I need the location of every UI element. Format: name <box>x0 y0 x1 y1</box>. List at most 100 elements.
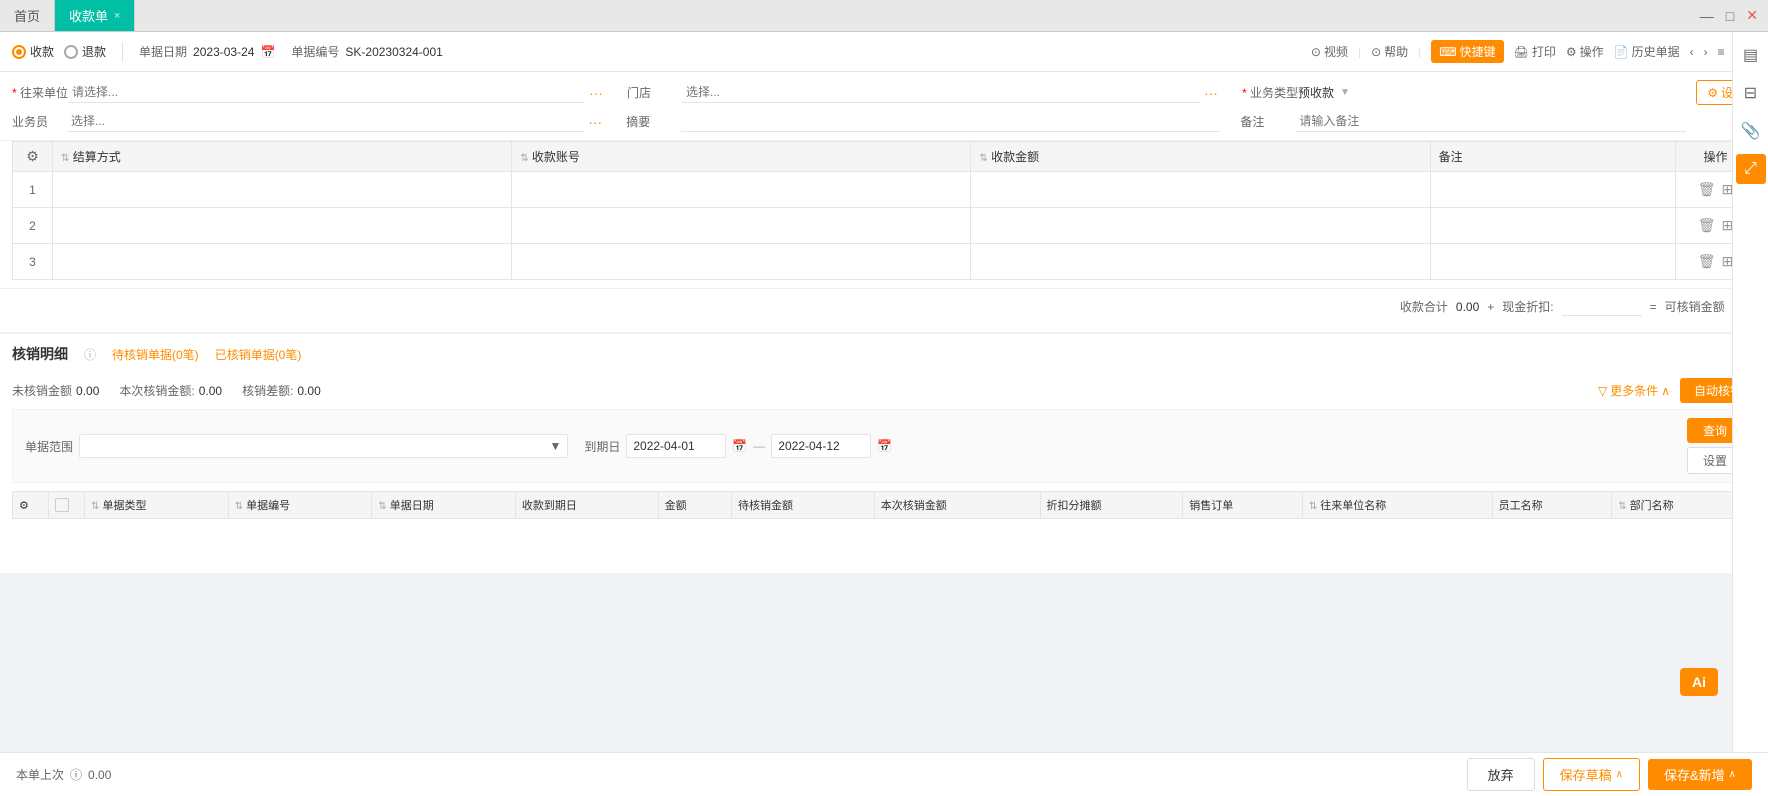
unverified-stat: 未核销金额 0.00 <box>12 382 99 399</box>
save-new-btn[interactable]: 保存&新增 ∧ <box>1648 759 1752 790</box>
biz-type-value: 预收款 <box>1298 84 1334 101</box>
close-btn[interactable]: ✕ <box>1746 7 1758 24</box>
radio-refund-label: 退款 <box>82 43 106 60</box>
calendar-icon[interactable]: 📅 <box>260 45 275 59</box>
date-to-input[interactable] <box>771 434 871 458</box>
row-account-1[interactable] <box>512 172 971 208</box>
diff-value: 0.00 <box>297 384 320 398</box>
nav-prev-btn[interactable]: ‹ <box>1690 45 1694 59</box>
radio-receipt[interactable]: 收款 <box>12 43 54 60</box>
row-payment-1[interactable] <box>53 172 512 208</box>
nav-next-btn[interactable]: › <box>1704 45 1708 59</box>
row-remark-3[interactable] <box>1430 244 1675 280</box>
list-view-btn[interactable]: ≡ <box>1718 45 1725 59</box>
current-label: 本次核销金额: <box>119 382 194 399</box>
diff-label: 核销差额: <box>242 382 293 399</box>
counterparty-more-btn[interactable]: ··· <box>585 85 607 101</box>
table-row: 3 🗑 ⊞ <box>13 244 1756 280</box>
range-select[interactable]: ▼ <box>79 434 568 458</box>
help-btn[interactable]: ⊙ 帮助 <box>1371 43 1408 60</box>
delete-icon-1[interactable]: 🗑 <box>1698 181 1716 198</box>
history-icon: 📄 <box>1614 45 1629 59</box>
store-input[interactable] <box>682 82 1200 103</box>
row-amount-1[interactable] <box>971 172 1430 208</box>
history-btn[interactable]: 📄 历史单据 <box>1614 43 1680 60</box>
bottom-value: 0.00 <box>88 768 111 782</box>
shortcut-btn[interactable]: ⌨ 快捷键 <box>1431 40 1503 63</box>
row-amount-2[interactable] <box>971 208 1430 244</box>
col-sales-order: 销售订单 <box>1183 492 1303 519</box>
writeoff-info-icon[interactable]: ⓘ <box>84 346 96 363</box>
discount-input[interactable] <box>1562 297 1642 316</box>
main-form: 往来单位 ··· 门店 ··· 业务类型 预收款 ▼ ⚙ 设置 <box>0 72 1768 573</box>
doc-date-value: 2023-03-24 <box>193 45 254 59</box>
bottom-gear-icon[interactable]: ⚙ <box>19 500 29 512</box>
ai-badge[interactable]: Ai <box>1680 668 1718 696</box>
sidebar-icon-2[interactable]: ⊟ <box>1736 78 1766 108</box>
cal-icon-from[interactable]: 📅 <box>732 439 747 453</box>
radio-refund-dot <box>64 45 78 59</box>
store-more-btn[interactable]: ··· <box>1200 85 1222 101</box>
bottom-info-icon[interactable]: ⓘ <box>70 766 82 783</box>
row-account-3[interactable] <box>512 244 971 280</box>
row-num-3: 3 <box>13 244 53 280</box>
save-draft-btn[interactable]: 保存草稿 ∧ <box>1543 758 1640 791</box>
summary-input[interactable] <box>681 111 1220 132</box>
tab-home[interactable]: 首页 <box>0 0 55 31</box>
video-btn[interactable]: ⊙ 视频 <box>1311 43 1348 60</box>
biz-type-dropdown-icon[interactable]: ▼ <box>1340 87 1350 98</box>
counterparty-group: 往来单位 ··· <box>12 82 607 103</box>
row-payment-2[interactable] <box>53 208 512 244</box>
pending-tab[interactable]: 待核销单据(0笔) <box>112 346 199 363</box>
col-current-amount: 本次核销金额 <box>874 492 1040 519</box>
tab-receipt-label: 收款单 <box>69 6 108 25</box>
minimize-btn[interactable]: — <box>1700 8 1714 24</box>
print-btn[interactable]: 🖨 打印 <box>1514 43 1556 60</box>
sidebar-icon-1[interactable]: ▤ <box>1736 40 1766 70</box>
diff-stat: 核销差额: 0.00 <box>242 382 321 399</box>
remark-input[interactable] <box>1295 111 1686 132</box>
done-tab[interactable]: 已核销单据(0笔) <box>215 346 302 363</box>
table-gear-icon[interactable]: ⚙ <box>26 148 39 164</box>
tab-close-btn[interactable]: × <box>114 10 120 22</box>
current-stat: 本次核销金额: 0.00 <box>119 382 222 399</box>
radio-refund[interactable]: 退款 <box>64 43 106 60</box>
sidebar-icon-3[interactable]: 📎 <box>1736 116 1766 146</box>
unverified-value: 0.00 <box>76 384 99 398</box>
summary-label: 摘要 <box>626 113 681 130</box>
row-account-2[interactable] <box>512 208 971 244</box>
bottom-doc-label: 本单上次 <box>16 766 64 783</box>
bottom-info: 本单上次 ⓘ 0.00 <box>16 766 111 783</box>
summary-group: 摘要 <box>626 111 1220 132</box>
counterparty-input[interactable] <box>68 82 585 103</box>
delete-icon-3[interactable]: 🗑 <box>1698 253 1716 270</box>
row-amount-3[interactable] <box>971 244 1430 280</box>
row-remark-1[interactable] <box>1430 172 1675 208</box>
operation-btn[interactable]: ⚙ 操作 <box>1566 43 1604 60</box>
row-remark-2[interactable] <box>1430 208 1675 244</box>
discard-btn[interactable]: 放弃 <box>1467 758 1535 791</box>
bottom-bar: 本单上次 ⓘ 0.00 放弃 保存草稿 ∧ 保存&新增 ∧ <box>0 752 1768 796</box>
row-num-2: 2 <box>13 208 53 244</box>
col-doc-no: ⇅ 单据编号 <box>228 492 372 519</box>
maximize-btn[interactable]: □ <box>1726 8 1734 24</box>
staff-more-btn[interactable]: ··· <box>584 114 606 130</box>
date-field: 到期日 📅 — 📅 <box>584 434 1671 458</box>
select-all-checkbox[interactable] <box>55 498 69 512</box>
staff-input[interactable] <box>67 111 584 132</box>
doc-no-value: SK-20230324-001 <box>345 45 442 59</box>
date-from-input[interactable] <box>626 434 726 458</box>
tab-receipt[interactable]: 收款单 × <box>55 0 135 31</box>
row-num-1: 1 <box>13 172 53 208</box>
form-row-1: 往来单位 ··· 门店 ··· 业务类型 预收款 ▼ ⚙ 设置 <box>12 80 1756 105</box>
more-conditions-btn[interactable]: ▽ 更多条件 ∧ <box>1598 382 1670 399</box>
sidebar-icon-4[interactable]: ⤢ <box>1736 154 1766 184</box>
more-conditions-label: 更多条件 <box>1610 382 1658 399</box>
col-gear[interactable]: ⚙ <box>13 142 53 172</box>
delete-icon-2[interactable]: 🗑 <box>1698 217 1716 234</box>
row-payment-3[interactable] <box>53 244 512 280</box>
col-gear-bottom[interactable]: ⚙ <box>13 492 49 519</box>
gear-icon: ⚙ <box>1707 86 1718 100</box>
cal-icon-to[interactable]: 📅 <box>877 439 892 453</box>
discount-label: 现金折扣: <box>1502 298 1553 315</box>
